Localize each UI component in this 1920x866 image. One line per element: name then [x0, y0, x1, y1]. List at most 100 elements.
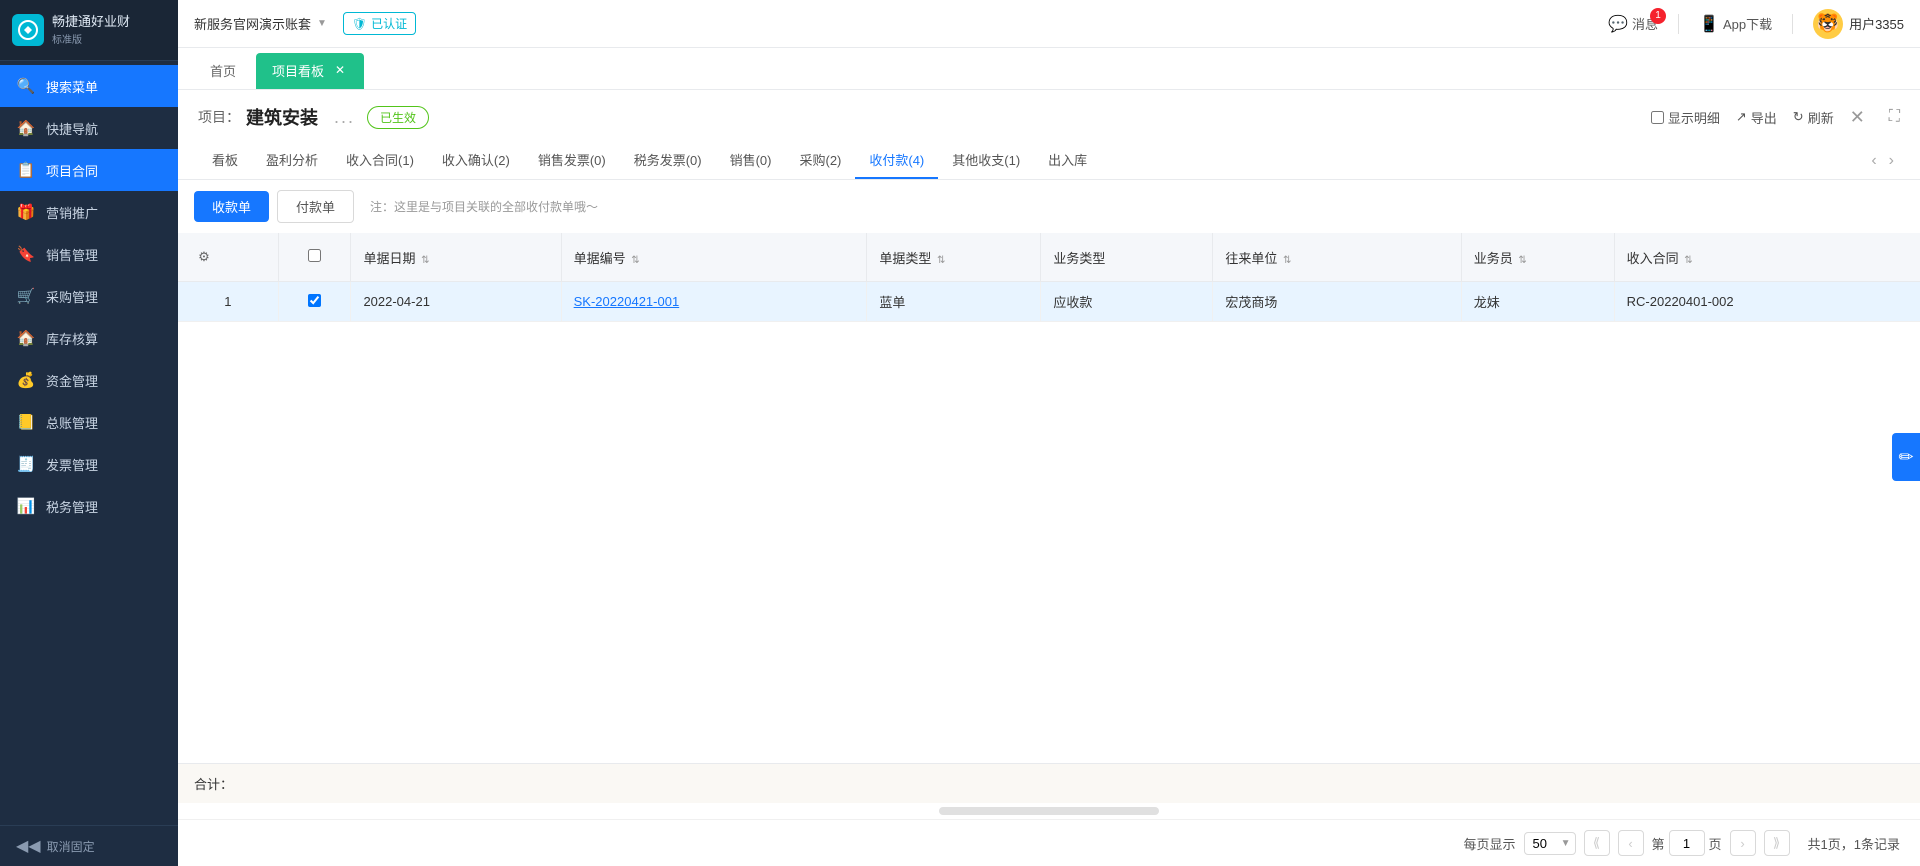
col-header-type: 单据类型 ⇅ [867, 233, 1041, 282]
col-code-sort-icon[interactable]: ⇅ [631, 255, 639, 266]
sidebar-item-ledger[interactable]: 📒 总账管理 [0, 401, 178, 443]
subtab-in-out[interactable]: 出入库 [1034, 142, 1101, 179]
col-header-code: 单据编号 ⇅ [561, 233, 867, 282]
purchase-icon: 🛒 [16, 286, 36, 306]
col-contract-sort-icon[interactable]: ⇅ [1684, 255, 1692, 266]
col-staff-sort-icon[interactable]: ⇅ [1518, 255, 1526, 266]
subtab-receipt[interactable]: 收付款(4) [855, 142, 938, 179]
page-last-btn[interactable]: ⟫ [1764, 830, 1790, 856]
main-area: 新服务官网演示账套 ▼ 🛡 已认证 💬 消息 1 📱 App下载 🐯 用户335… [178, 0, 1920, 866]
app-download-btn[interactable]: 📱 App下载 [1699, 14, 1772, 34]
refresh-btn[interactable]: ↻ 刷新 [1793, 108, 1834, 127]
sidebar-item-tax[interactable]: 📊 税务管理 [0, 485, 178, 527]
page-first-btn[interactable]: ⟪ [1584, 830, 1610, 856]
expand-btn[interactable]: ⛶ [1889, 108, 1900, 126]
subtab-purchase[interactable]: 采购(2) [785, 142, 855, 179]
account-dropdown-icon: ▼ [317, 18, 327, 29]
show-detail-label: 显示明细 [1668, 108, 1720, 127]
subtab-income-contract[interactable]: 收入合同(1) [332, 142, 428, 179]
select-all-checkbox[interactable] [308, 249, 321, 262]
col-date-label: 单据日期 [363, 251, 415, 266]
per-page-select[interactable]: 50 100 200 [1524, 832, 1576, 855]
per-page-select-wrap: 50 100 200 ▼ [1524, 832, 1576, 855]
sidebar-item-label-contract: 项目合同 [46, 161, 98, 180]
page-prev-btn[interactable]: ‹ [1618, 830, 1644, 856]
cell-check [278, 282, 351, 322]
sidebar-item-sales[interactable]: 🔖 销售管理 [0, 233, 178, 275]
sidebar-item-quicknav[interactable]: 🏠 快捷导航 [0, 107, 178, 149]
footer-total-label: 合计： [194, 777, 233, 792]
col-header-partner: 往来单位 ⇅ [1213, 233, 1461, 282]
cell-type: 蓝单 [867, 282, 1041, 322]
table-header-row: ⚙ 单据日期 ⇅ 单据编号 ⇅ [178, 233, 1920, 282]
col-date-sort-icon[interactable]: ⇅ [421, 255, 429, 266]
table-body: 1 2022-04-21 SK-20220421-001 蓝单 应收款 宏茂商场 [178, 282, 1920, 322]
col-partner-sort-icon[interactable]: ⇅ [1283, 255, 1291, 266]
tab-project-board-label: 项目看板 [272, 61, 324, 80]
export-btn[interactable]: ↗ 导出 [1736, 108, 1777, 127]
account-selector[interactable]: 新服务官网演示账套 ▼ [194, 14, 327, 33]
subtab-other-expense[interactable]: 其他收支(1) [938, 142, 1034, 179]
subtab-kanban[interactable]: 看板 [198, 142, 252, 179]
pagination-total-info: 共1页，1条记录 [1808, 834, 1900, 853]
table-settings-icon[interactable]: ⚙ [190, 243, 218, 271]
subtab-profit[interactable]: 盈利分析 [252, 142, 332, 179]
messages-btn[interactable]: 💬 消息 1 [1608, 14, 1658, 34]
subtab-sales[interactable]: 销售(0) [716, 142, 786, 179]
tab-project-board[interactable]: 项目看板 ✕ [256, 53, 364, 89]
subtab-next-btn[interactable]: › [1883, 148, 1900, 174]
sidebar-item-label-finance: 资金管理 [46, 371, 98, 390]
toolbar-note: 注：这里是与项目关联的全部收付款单哦～ [370, 198, 598, 215]
messages-badge: 1 [1650, 8, 1666, 24]
horizontal-scrollbar[interactable] [939, 807, 1159, 815]
status-badge: 已生效 [367, 106, 429, 129]
col-header-biz: 业务类型 [1041, 233, 1213, 282]
verified-label: 已认证 [371, 15, 407, 32]
receipt-btn[interactable]: 收款单 [194, 191, 269, 222]
message-icon: 💬 [1608, 14, 1628, 34]
sidebar-item-search[interactable]: 🔍 搜索菜单 [0, 65, 178, 107]
receipt-code-link[interactable]: SK-20220421-001 [574, 294, 680, 309]
cell-partner: 宏茂商场 [1213, 282, 1461, 322]
payment-btn[interactable]: 付款单 [277, 190, 354, 223]
tab-home[interactable]: 首页 [194, 53, 252, 89]
unpin-label: 取消固定 [47, 838, 95, 855]
subtab-prev-btn[interactable]: ‹ [1865, 148, 1882, 174]
float-action-icon: ✏ [1898, 447, 1913, 468]
page-more-icon[interactable]: ... [334, 107, 355, 128]
sidebar-item-label-tax: 税务管理 [46, 497, 98, 516]
subtab-income-confirm[interactable]: 收入确认(2) [428, 142, 524, 179]
subtab-sales-invoice[interactable]: 销售发票(0) [524, 142, 620, 179]
tab-close-icon[interactable]: ✕ [332, 62, 348, 78]
subtab-other-expense-label: 其他收支(1) [952, 153, 1020, 168]
sidebar-unpin-btn[interactable]: ◀◀ 取消固定 [0, 825, 178, 866]
row-checkbox[interactable] [308, 294, 321, 307]
sidebar-item-finance[interactable]: 💰 资金管理 [0, 359, 178, 401]
cell-staff: 龙妹 [1461, 282, 1614, 322]
user-menu-btn[interactable]: 🐯 用户3355 [1813, 9, 1904, 39]
sidebar-item-contract[interactable]: 📋 项目合同 [0, 149, 178, 191]
per-page-label: 每页显示 [1463, 834, 1515, 853]
sidebar-item-inventory[interactable]: 🏠 库存核算 [0, 317, 178, 359]
sidebar-item-purchase[interactable]: 🛒 采购管理 [0, 275, 178, 317]
sidebar-nav: 🔍 搜索菜单 🏠 快捷导航 📋 项目合同 🎁 营销推广 🔖 销售管理 🛒 采购管… [0, 61, 178, 825]
refresh-label: 刷新 [1808, 108, 1834, 127]
sidebar-item-invoice[interactable]: 🧾 发票管理 [0, 443, 178, 485]
sidebar-item-label-ledger: 总账管理 [46, 413, 98, 432]
topbar-divider-1 [1678, 14, 1679, 34]
show-detail-checkbox[interactable]: 显示明细 [1651, 108, 1720, 127]
ledger-icon: 📒 [16, 412, 36, 432]
sidebar-item-marketing[interactable]: 🎁 营销推广 [0, 191, 178, 233]
subtab-tax-invoice[interactable]: 税务发票(0) [620, 142, 716, 179]
show-detail-input[interactable] [1651, 111, 1664, 124]
float-action-btn[interactable]: ✏ [1892, 433, 1920, 481]
page-number-input[interactable] [1669, 830, 1705, 856]
phone-icon: 📱 [1699, 14, 1719, 34]
col-type-sort-icon[interactable]: ⇅ [937, 255, 945, 266]
close-btn[interactable]: ✕ [1850, 107, 1865, 128]
col-header-seq: ⚙ [178, 233, 278, 282]
page-next-btn[interactable]: › [1730, 830, 1756, 856]
page-title-row: 项目： 建筑安装 ... 已生效 显示明细 ↗ 导出 ↻ 刷新 ✕ ⛶ [198, 104, 1900, 130]
search-icon: 🔍 [16, 76, 36, 96]
verified-badge: 🛡 已认证 [343, 12, 416, 35]
